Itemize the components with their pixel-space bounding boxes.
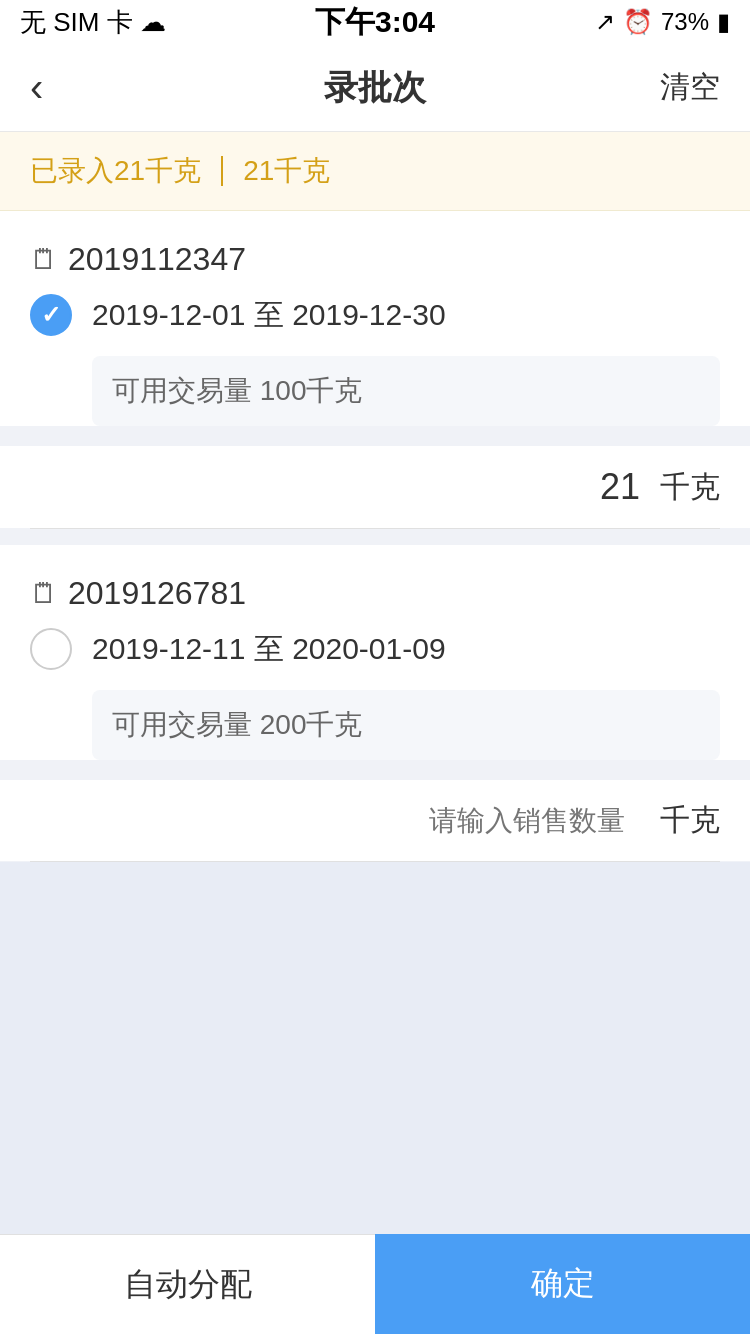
- footer: 自动分配 确定: [0, 1234, 750, 1334]
- nav-bar: ‹ 录批次 清空: [0, 44, 750, 132]
- info-divider: [221, 156, 223, 186]
- qty-row-1: 21 千克: [0, 446, 750, 528]
- batch-date-1: 2019-12-01 至 2019-12-30: [92, 295, 446, 336]
- batch-item-1: 🗒 2019112347 2019-12-01 至 2019-12-30 可用交…: [0, 211, 750, 426]
- page-title: 录批次: [324, 65, 426, 111]
- total-amount: 21千克: [243, 152, 330, 190]
- radio-unchecked-2[interactable]: [30, 628, 72, 670]
- info-banner: 已录入21千克 21千克: [0, 132, 750, 211]
- bottom-area: [0, 862, 750, 1282]
- batch-doc-icon-1: 🗒: [30, 243, 58, 276]
- battery-icon: ▮: [717, 8, 730, 36]
- battery-text: 73%: [661, 8, 709, 36]
- location-icon: ↗: [595, 8, 615, 36]
- available-qty-2: 可用交易量 200千克: [92, 690, 720, 760]
- status-left: 无 SIM 卡 ☁: [20, 5, 166, 40]
- clear-button[interactable]: 清空: [660, 67, 720, 108]
- available-qty-1: 可用交易量 100千克: [92, 356, 720, 426]
- radio-checked-1[interactable]: [30, 294, 72, 336]
- auto-distribute-button[interactable]: 自动分配: [0, 1234, 375, 1334]
- batch-id-2: 2019126781: [68, 575, 246, 612]
- qty-value-1: 21: [600, 466, 640, 508]
- batch-date-2: 2019-12-11 至 2020-01-09: [92, 629, 446, 670]
- qty-row-2[interactable]: 千克: [0, 780, 750, 861]
- no-sim-text: 无 SIM 卡 ☁: [20, 5, 166, 40]
- qty-input-2[interactable]: [30, 805, 640, 837]
- batch-id-row-1: 🗒 2019112347: [30, 241, 720, 278]
- batch-doc-icon-2: 🗒: [30, 577, 58, 610]
- recorded-amount: 已录入21千克: [30, 152, 201, 190]
- status-bar: 无 SIM 卡 ☁ 下午3:04 ↗ ⏰ 73% ▮: [0, 0, 750, 44]
- section-divider: [0, 529, 750, 545]
- batch-item-2: 🗒 2019126781 2019-12-11 至 2020-01-09 可用交…: [0, 545, 750, 760]
- status-right: ↗ ⏰ 73% ▮: [595, 8, 730, 36]
- batch-date-row-2[interactable]: 2019-12-11 至 2020-01-09: [30, 628, 720, 670]
- qty-unit-2: 千克: [660, 800, 720, 841]
- batch-id-1: 2019112347: [68, 241, 246, 278]
- batch-date-row-1[interactable]: 2019-12-01 至 2019-12-30: [30, 294, 720, 336]
- alarm-icon: ⏰: [623, 8, 653, 36]
- status-time: 下午3:04: [315, 2, 435, 43]
- batch-id-row-2: 🗒 2019126781: [30, 575, 720, 612]
- confirm-button[interactable]: 确定: [375, 1234, 750, 1334]
- qty-unit-1: 千克: [660, 467, 720, 508]
- back-button[interactable]: ‹: [30, 65, 90, 110]
